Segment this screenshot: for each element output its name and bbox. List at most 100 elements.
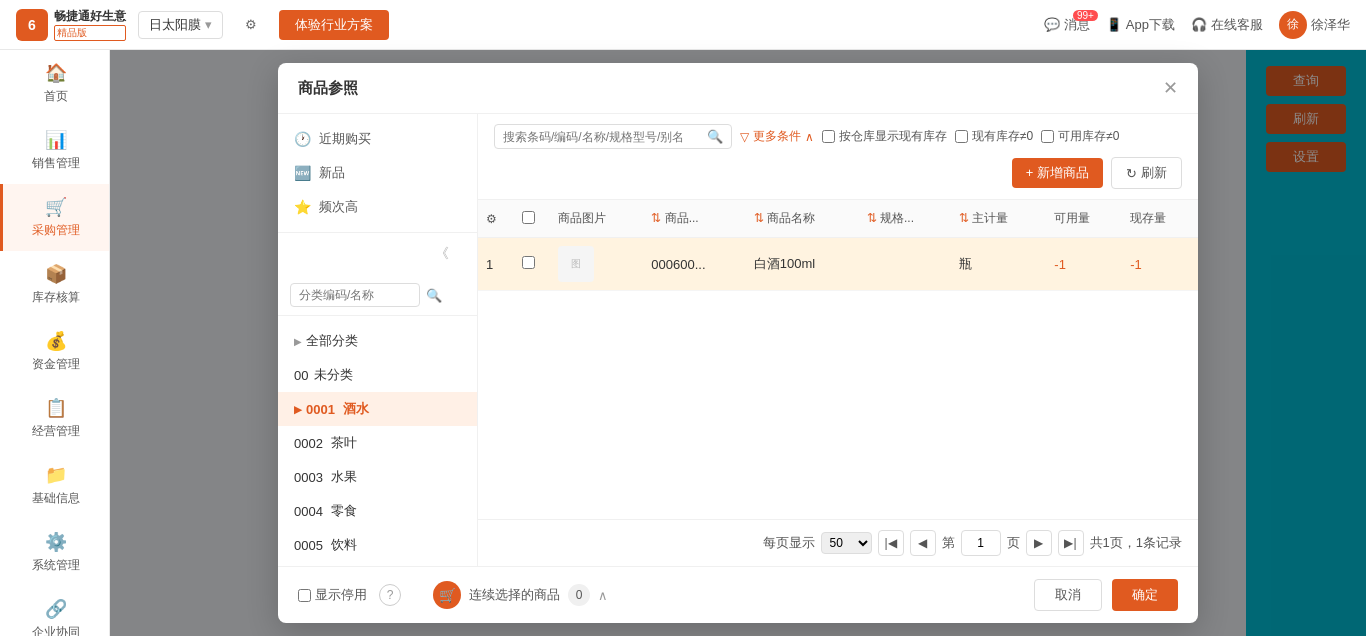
sort-icon: ⇅ (959, 211, 969, 225)
warehouse-display-checkbox[interactable]: 按仓库显示现有库存 (822, 128, 947, 145)
available-stock-checkbox[interactable]: 可用库存≠0 (1041, 128, 1119, 145)
sidebar-item-label: 采购管理 (32, 222, 80, 239)
sidebar-item-finance[interactable]: 💰 资金管理 (0, 318, 109, 385)
recent-purchase-tab[interactable]: 🕐 近期购买 (278, 122, 477, 156)
more-filter-button[interactable]: ▽ 更多条件 ∧ (740, 128, 814, 145)
sidebar-item-purchase[interactable]: 🛒 采购管理 (0, 184, 109, 251)
category-0002[interactable]: 0002 茶叶 (278, 426, 477, 460)
product-table-wrap: ⚙ 商品图片 ⇅ 商品... ⇅ (478, 200, 1198, 519)
sidebar-item-basic-info[interactable]: 📁 基础信息 (0, 452, 109, 519)
prev-page-button[interactable]: ◀ (910, 530, 936, 556)
sidebar-item-sales[interactable]: 📊 销售管理 (0, 117, 109, 184)
sidebar-item-label: 系统管理 (32, 557, 80, 574)
category-0003[interactable]: 0003 水果 (278, 460, 477, 494)
category-0005[interactable]: 0005 饮料 (278, 528, 477, 562)
new-icon: 🆕 (294, 165, 311, 181)
confirm-button[interactable]: 确定 (1112, 579, 1178, 611)
avatar: 徐 (1279, 11, 1307, 39)
app-download-button[interactable]: 📱 App下载 (1106, 16, 1175, 34)
management-icon: 📋 (45, 397, 67, 419)
sidebar-item-label: 首页 (44, 88, 68, 105)
page-size-select[interactable]: 50 10 20 100 (821, 532, 872, 554)
col-code[interactable]: ⇅ 商品... (643, 200, 745, 238)
cell-unit: 瓶 (951, 238, 1046, 291)
online-service-button[interactable]: 🎧 在线客服 (1191, 16, 1263, 34)
message-button[interactable]: 💬 消息 99+ (1044, 16, 1090, 34)
inventory-icon: 📦 (45, 263, 67, 285)
sidebar-item-label: 基础信息 (32, 490, 80, 507)
chevron-down-icon: ▾ (205, 17, 212, 32)
cell-code: 000600... (643, 238, 745, 291)
collapse-cart-button[interactable]: ∧ (598, 588, 608, 603)
sidebar-item-management[interactable]: 📋 经营管理 (0, 385, 109, 452)
cell-checkbox[interactable] (514, 238, 550, 291)
arrow-right-icon: ▶ (294, 404, 302, 415)
try-industry-button[interactable]: 体验行业方案 (279, 10, 389, 40)
frequent-tab[interactable]: ⭐ 频次高 (278, 190, 477, 224)
product-table: ⚙ 商品图片 ⇅ 商品... ⇅ (478, 200, 1198, 291)
current-stock-checkbox[interactable]: 现有库存≠0 (955, 128, 1033, 145)
sidebar-item-inventory[interactable]: 📦 库存核算 (0, 251, 109, 318)
right-toolbar: 🔍 ▽ 更多条件 ∧ 按仓库显示现有库存 (478, 114, 1198, 200)
add-product-button[interactable]: + 新增商品 (1012, 158, 1103, 188)
new-products-tab[interactable]: 🆕 新品 (278, 156, 477, 190)
sidebar-item-label: 销售管理 (32, 155, 80, 172)
select-all-checkbox[interactable] (522, 211, 535, 224)
modal-overlay: 商品参照 ✕ 🕐 近期购买 🆕 (110, 50, 1366, 636)
page-number-input[interactable] (961, 530, 1001, 556)
next-page-button[interactable]: ▶ (1026, 530, 1052, 556)
finance-icon: 💰 (45, 330, 67, 352)
cancel-button[interactable]: 取消 (1034, 579, 1102, 611)
modal-footer: 显示停用 ? 🛒 连续选择的商品 0 ∧ 取消 确定 (278, 566, 1198, 623)
search-icon[interactable]: 🔍 (707, 129, 723, 144)
show-disabled-checkbox[interactable]: 显示停用 (298, 586, 367, 604)
collapse-left-button[interactable]: 《 (419, 237, 465, 271)
modal-header: 商品参照 ✕ (278, 63, 1198, 114)
category-00[interactable]: 00 未分类 (278, 358, 477, 392)
last-page-button[interactable]: ▶| (1058, 530, 1084, 556)
filter-icon: ▽ (740, 130, 749, 144)
user-profile[interactable]: 徐 徐泽华 (1279, 11, 1350, 39)
sort-icon: ⇅ (867, 211, 877, 225)
col-name[interactable]: ⇅ 商品名称 (746, 200, 859, 238)
star-icon: ⭐ (294, 199, 311, 215)
message-icon: 💬 (1044, 17, 1060, 32)
cell-index: 1 (478, 238, 514, 291)
sidebar-item-home[interactable]: 🏠 首页 (0, 50, 109, 117)
cell-available: -1 (1046, 238, 1122, 291)
col-settings[interactable]: ⚙ (478, 200, 514, 238)
category-0001[interactable]: ▶ 0001 酒水 (278, 392, 477, 426)
sidebar-item-enterprise[interactable]: 🔗 企业协同 (0, 586, 109, 636)
col-unit[interactable]: ⇅ 主计量 (951, 200, 1046, 238)
search-icon[interactable]: 🔍 (426, 288, 442, 303)
main-layout: 🏠 首页 📊 销售管理 🛒 采购管理 📦 库存核算 💰 资金管理 📋 经营管理 … (0, 50, 1366, 636)
category-search-input[interactable] (290, 283, 420, 307)
col-stock: 现存量 (1122, 200, 1198, 238)
top-nav: 6 畅捷通好生意 精品版 日太阳膜 ▾ ⚙ 体验行业方案 💬 消息 99+ 📱 … (0, 0, 1366, 50)
help-button[interactable]: ? (379, 584, 401, 606)
cart-area: 🛒 连续选择的商品 0 ∧ (433, 581, 608, 609)
headset-icon: 🎧 (1191, 17, 1207, 32)
modal-title: 商品参照 (298, 79, 358, 98)
col-spec[interactable]: ⇅ 规格... (859, 200, 951, 238)
sort-icon: ⇅ (754, 211, 764, 225)
purchase-icon: 🛒 (45, 196, 67, 218)
table-row[interactable]: 1 图 000600... 白酒100ml 瓶 (478, 238, 1198, 291)
footer-left: 显示停用 (298, 586, 367, 604)
enterprise-icon: 🔗 (45, 598, 67, 620)
chevron-up-icon: ∧ (805, 130, 814, 144)
gear-button[interactable]: ⚙ (235, 9, 267, 41)
first-page-button[interactable]: |◀ (878, 530, 904, 556)
modal-close-button[interactable]: ✕ (1163, 77, 1178, 99)
product-search-input[interactable] (503, 130, 703, 144)
store-select[interactable]: 日太阳膜 ▾ (138, 11, 223, 39)
category-0004[interactable]: 0004 零食 (278, 494, 477, 528)
refresh-table-button[interactable]: ↻ 刷新 (1111, 157, 1182, 189)
nav-right: 💬 消息 99+ 📱 App下载 🎧 在线客服 徐 徐泽华 (1044, 11, 1350, 39)
category-all[interactable]: ▶ 全部分类 (278, 324, 477, 358)
collapse-area: 《 (278, 233, 477, 275)
sidebar-item-label: 库存核算 (32, 289, 80, 306)
home-icon: 🏠 (45, 62, 67, 84)
product-search-wrap: 🔍 (494, 124, 732, 149)
sidebar-item-system[interactable]: ⚙️ 系统管理 (0, 519, 109, 586)
